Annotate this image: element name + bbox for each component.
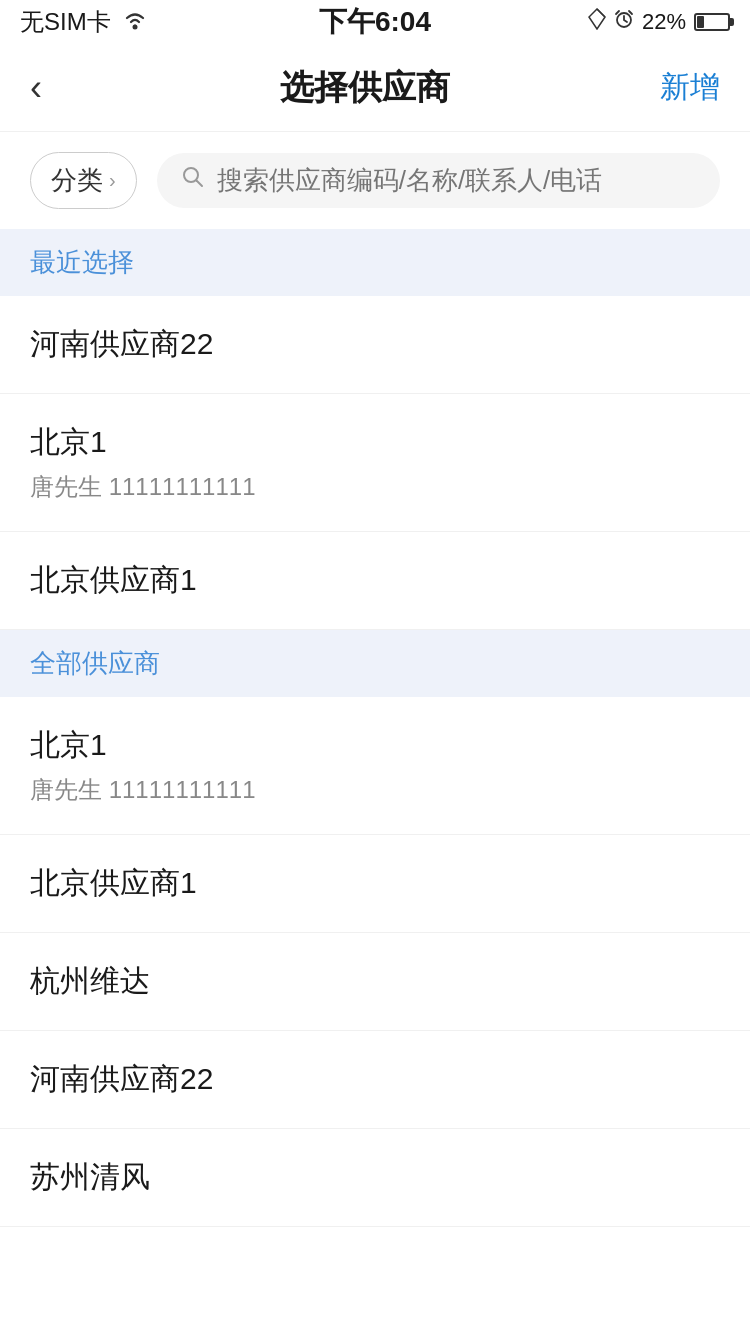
supplier-name: 河南供应商22 xyxy=(30,324,720,365)
supplier-name: 北京1 xyxy=(30,422,720,463)
search-icon xyxy=(181,165,205,196)
battery-label: 22% xyxy=(642,9,686,35)
supplier-name: 河南供应商22 xyxy=(30,1059,720,1100)
status-left: 无SIM卡 xyxy=(20,6,149,38)
status-bar: 无SIM卡 下午6:04 22% xyxy=(0,0,750,44)
list-item[interactable]: 北京1 唐先生 11111111111 xyxy=(0,394,750,532)
list-item[interactable]: 苏州清风 xyxy=(0,1129,750,1227)
location-icon xyxy=(588,8,606,36)
nav-bar: ‹ 选择供应商 新增 xyxy=(0,44,750,132)
all-suppliers-section: 全部供应商 北京1 唐先生 11111111111 北京供应商1 杭州维达 河南… xyxy=(0,630,750,1227)
all-section-header: 全部供应商 xyxy=(0,630,750,697)
add-button[interactable]: 新增 xyxy=(640,67,720,108)
list-item[interactable]: 北京供应商1 xyxy=(0,835,750,933)
list-item[interactable]: 北京供应商1 xyxy=(0,532,750,630)
supplier-sub: 唐先生 11111111111 xyxy=(30,774,720,806)
list-item[interactable]: 河南供应商22 xyxy=(0,1031,750,1129)
battery-icon xyxy=(694,13,730,31)
status-right: 22% xyxy=(588,8,730,36)
category-filter-button[interactable]: 分类 › xyxy=(30,152,137,209)
page-title: 选择供应商 xyxy=(90,65,640,111)
status-time: 下午6:04 xyxy=(319,3,431,41)
svg-point-0 xyxy=(132,25,137,30)
search-bar: 分类 › xyxy=(0,132,750,229)
chevron-right-icon: › xyxy=(109,169,116,192)
wifi-icon xyxy=(121,8,149,36)
category-label: 分类 xyxy=(51,163,103,198)
list-item[interactable]: 河南供应商22 xyxy=(0,296,750,394)
list-item[interactable]: 北京1 唐先生 11111111111 xyxy=(0,697,750,835)
supplier-name: 杭州维达 xyxy=(30,961,720,1002)
supplier-name: 北京供应商1 xyxy=(30,863,720,904)
carrier-label: 无SIM卡 xyxy=(20,6,111,38)
recent-section: 最近选择 河南供应商22 北京1 唐先生 11111111111 北京供应商1 xyxy=(0,229,750,630)
supplier-name: 苏州清风 xyxy=(30,1157,720,1198)
search-input-container xyxy=(157,153,720,208)
supplier-sub: 唐先生 11111111111 xyxy=(30,471,720,503)
alarm-icon xyxy=(614,9,634,35)
recent-section-header: 最近选择 xyxy=(0,229,750,296)
search-input[interactable] xyxy=(217,165,696,196)
supplier-name: 北京供应商1 xyxy=(30,560,720,601)
list-item[interactable]: 杭州维达 xyxy=(0,933,750,1031)
supplier-name: 北京1 xyxy=(30,725,720,766)
back-button[interactable]: ‹ xyxy=(30,67,90,109)
